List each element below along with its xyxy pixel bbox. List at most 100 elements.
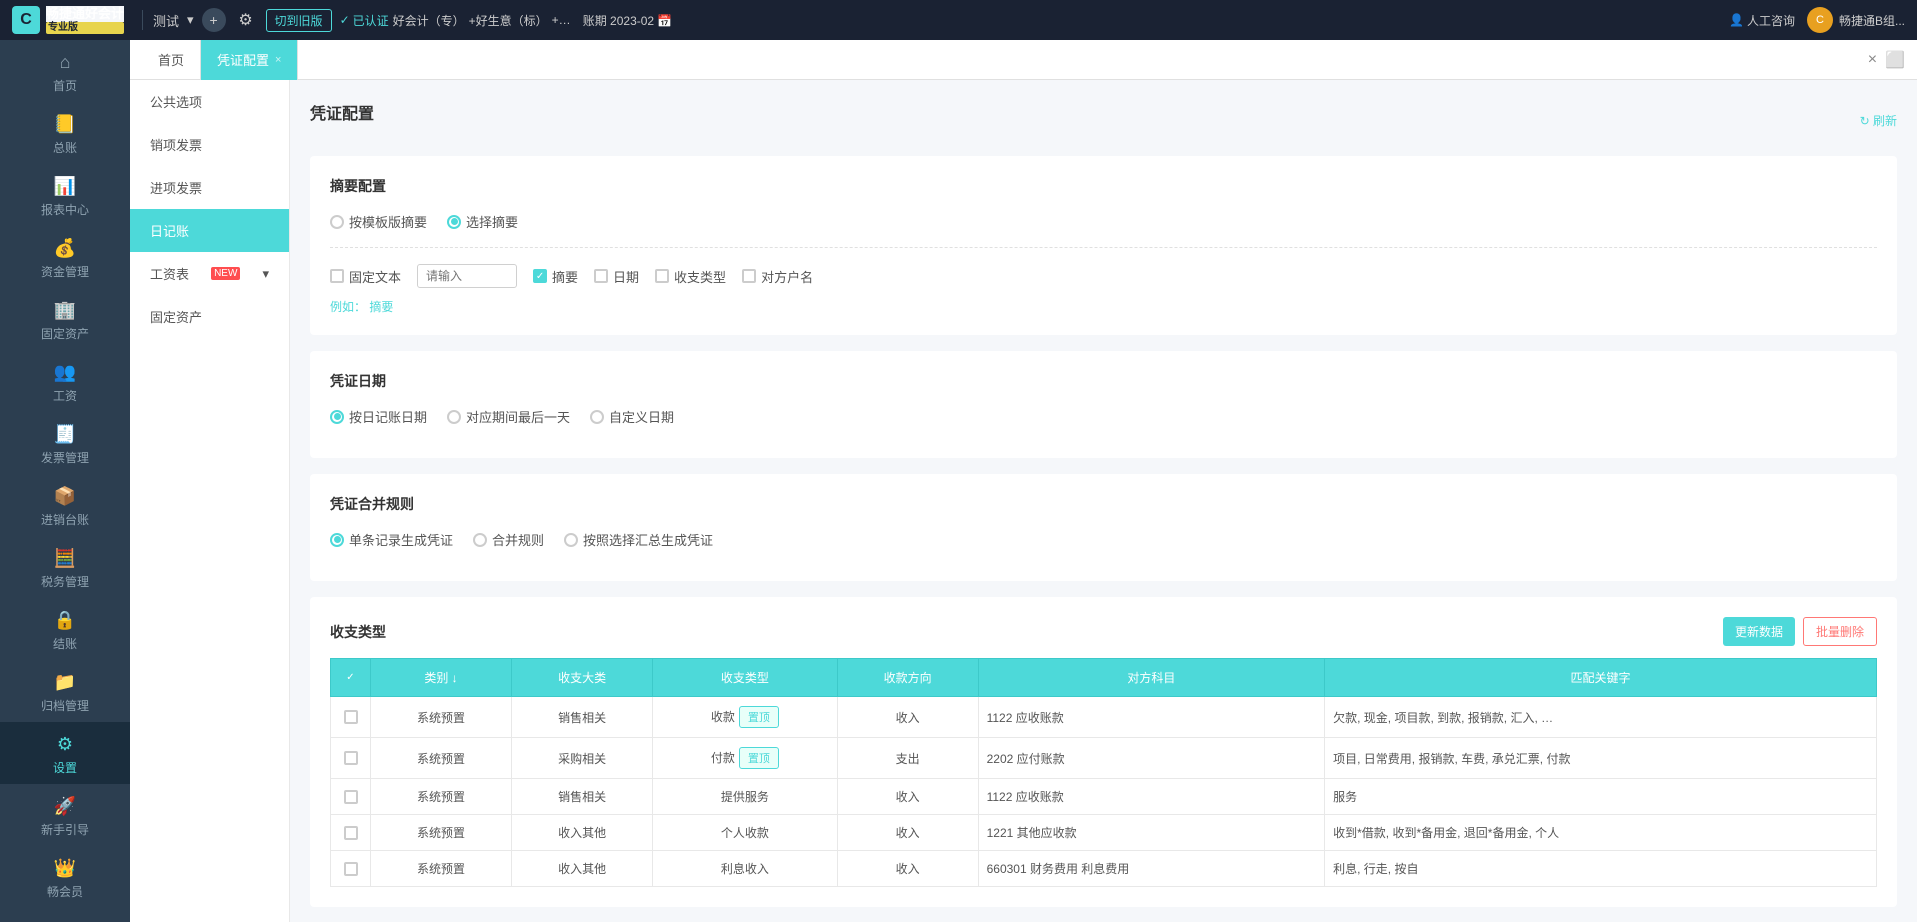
refresh-button[interactable]: ↻ 刷新 bbox=[1860, 112, 1897, 129]
topbar-center: 测试 ▾ + ⚙ 切到旧版 ✓ 已认证 好会计（专） +好生意（标） +… 账期… bbox=[153, 8, 1719, 32]
guide-icon: 🚀 bbox=[54, 796, 76, 817]
pin-tag[interactable]: 置顶 bbox=[739, 706, 779, 728]
topbar-add-button[interactable]: + bbox=[202, 8, 226, 32]
radio-custom-date-label: 自定义日期 bbox=[609, 407, 674, 426]
row-category: 系统预置 bbox=[371, 738, 512, 779]
batch-delete-button[interactable]: 批量删除 bbox=[1803, 617, 1877, 646]
table-row: 系统预置 收入其他 利息收入 收入 660301 财务费用 利息费用 利息, 行… bbox=[331, 851, 1877, 887]
sidebar-item-label-salary: 工资 bbox=[53, 387, 77, 404]
left-panel-item-public[interactable]: 公共选项 bbox=[130, 80, 289, 123]
tab-voucher-config-label: 凭证配置 bbox=[217, 50, 269, 69]
sidebar-item-label-ledger: 总账 bbox=[53, 139, 77, 156]
sidebar-item-assets[interactable]: 🏢 固定资产 bbox=[0, 288, 130, 350]
left-panel-item-salary-table[interactable]: 工资表 NEW ▾ bbox=[130, 252, 289, 295]
row-keywords: 收到*借款, 收到*备用金, 退回*备用金, 个人 bbox=[1325, 815, 1877, 851]
sidebar-item-settings[interactable]: ⚙ 设置 bbox=[0, 722, 130, 784]
select-all-checkbox[interactable]: ✓ bbox=[344, 671, 358, 685]
close-window-button[interactable]: × bbox=[1868, 51, 1877, 69]
row-checkbox[interactable] bbox=[344, 751, 358, 765]
member-icon: 👑 bbox=[54, 858, 76, 879]
left-panel-label-salary-table: 工资表 bbox=[150, 264, 189, 283]
left-panel-label-purchase-invoice: 进项发票 bbox=[150, 181, 202, 196]
radio-single[interactable]: 单条记录生成凭证 bbox=[330, 530, 453, 549]
left-panel-item-fixed-assets[interactable]: 固定资产 bbox=[130, 295, 289, 338]
radio-custom-date[interactable]: 自定义日期 bbox=[590, 407, 674, 426]
row-checkbox[interactable] bbox=[344, 710, 358, 724]
sidebar-item-tax[interactable]: 🧮 税务管理 bbox=[0, 536, 130, 598]
topbar-settings-button[interactable]: ⚙ bbox=[234, 8, 258, 32]
tabbar-right: × ⬜ bbox=[1868, 50, 1905, 70]
table-row: 系统预置 收入其他 个人收款 收入 1221 其他应收款 收到*借款, 收到*备… bbox=[331, 815, 1877, 851]
left-panel-item-purchase-invoice[interactable]: 进项发票 bbox=[130, 166, 289, 209]
sidebar-item-ledger[interactable]: 📒 总账 bbox=[0, 102, 130, 164]
sidebar-item-guide[interactable]: 🚀 新手引导 bbox=[0, 784, 130, 846]
certified-tag: ✓ 已认证 bbox=[340, 12, 389, 29]
pin-tag[interactable]: 置顶 bbox=[739, 747, 779, 769]
row-checkbox[interactable] bbox=[344, 826, 358, 840]
row-checkbox-cell bbox=[331, 815, 371, 851]
radio-template[interactable]: 按模板版摘要 bbox=[330, 212, 427, 231]
checkbox-fixed-text-box bbox=[330, 269, 344, 283]
row-category: 系统预置 bbox=[371, 697, 512, 738]
row-checkbox[interactable] bbox=[344, 862, 358, 876]
row-direction: 收入 bbox=[837, 851, 978, 887]
settings-icon: ⚙ bbox=[57, 734, 73, 755]
sidebar-item-salary[interactable]: 👥 工资 bbox=[0, 350, 130, 412]
radio-custom-date-circle bbox=[590, 410, 604, 424]
sidebar-item-member[interactable]: 👑 畅会员 bbox=[0, 846, 130, 908]
update-data-button[interactable]: 更新数据 bbox=[1723, 617, 1795, 646]
sidebar-item-invoice-mgr[interactable]: 🧾 发票管理 bbox=[0, 412, 130, 474]
sidebar-item-label-settings: 设置 bbox=[53, 759, 77, 776]
service-button[interactable]: 👤 人工咨询 bbox=[1729, 12, 1795, 29]
radio-journal-date[interactable]: 按日记账日期 bbox=[330, 407, 427, 426]
summary-section-title: 摘要配置 bbox=[330, 176, 1877, 196]
sidebar-item-fund[interactable]: 💰 资金管理 bbox=[0, 226, 130, 288]
left-panel-item-journal[interactable]: 日记账 bbox=[130, 209, 289, 252]
row-category: 系统预置 bbox=[371, 851, 512, 887]
left-panel-item-sales-invoice[interactable]: 销项发票 bbox=[130, 123, 289, 166]
table-header-row: ✓ 类别 ↓ 收支大类 收支类型 收款方向 对方科目 匹配关键字 bbox=[331, 659, 1877, 697]
sidebar-item-close[interactable]: 🔒 结账 bbox=[0, 598, 130, 660]
fixed-text-input[interactable] bbox=[417, 264, 517, 288]
ledger-icon: 📒 bbox=[54, 114, 76, 135]
radio-period-last-label: 对应期间最后一天 bbox=[466, 407, 570, 426]
logo-text: 畅捷通好会计 专业版 bbox=[46, 6, 124, 34]
radio-select[interactable]: 选择摘要 bbox=[447, 212, 518, 231]
row-checkbox-cell bbox=[331, 779, 371, 815]
username: 畅捷通B组... bbox=[1839, 12, 1905, 29]
tab-close-icon[interactable]: × bbox=[275, 54, 281, 66]
user-menu[interactable]: C 畅捷通B组... bbox=[1807, 7, 1905, 33]
radio-single-circle bbox=[330, 533, 344, 547]
topbar-dropdown-arrow[interactable]: ▾ bbox=[187, 12, 194, 28]
radio-select-circle bbox=[447, 215, 461, 229]
checkbox-summary[interactable]: ✓ 摘要 bbox=[533, 267, 578, 286]
new-badge: NEW bbox=[211, 267, 240, 280]
restore-window-button[interactable]: ⬜ bbox=[1885, 50, 1905, 70]
checkbox-income-type[interactable]: 收支类型 bbox=[655, 267, 726, 286]
checkbox-fixed-text[interactable]: 固定文本 bbox=[330, 267, 401, 286]
switch-old-button[interactable]: 切到旧版 bbox=[266, 9, 332, 32]
radio-period-last[interactable]: 对应期间最后一天 bbox=[447, 407, 570, 426]
tab-home[interactable]: 首页 bbox=[142, 40, 201, 80]
sidebar-item-home[interactable]: ⌂ 首页 bbox=[0, 40, 130, 102]
sidebar-item-purchase[interactable]: 📦 进销台账 bbox=[0, 474, 130, 536]
tab-voucher-config[interactable]: 凭证配置 × bbox=[201, 40, 298, 80]
income-type-header: 收支类型 更新数据 批量删除 bbox=[330, 617, 1877, 646]
tag3: +… bbox=[552, 13, 571, 27]
summary-checkbox-row: 固定文本 ✓ 摘要 日期 收支类型 bbox=[330, 264, 1877, 288]
radio-summary-gen-label: 按照选择汇总生成凭证 bbox=[583, 530, 713, 549]
radio-template-label: 按模板版摘要 bbox=[349, 212, 427, 231]
table-row: 系统预置 采购相关 付款置顶 支出 2202 应付账款 项目, 日常费用, 报销… bbox=[331, 738, 1877, 779]
voucher-date-radio-group: 按日记账日期 对应期间最后一天 自定义日期 bbox=[330, 407, 1877, 426]
table-row: 系统预置 销售相关 提供服务 收入 1122 应收账款 服务 bbox=[331, 779, 1877, 815]
row-direction: 收入 bbox=[837, 815, 978, 851]
radio-period-last-circle bbox=[447, 410, 461, 424]
radio-merge[interactable]: 合并规则 bbox=[473, 530, 544, 549]
sidebar-item-archive[interactable]: 📁 归档管理 bbox=[0, 660, 130, 722]
sidebar-item-report[interactable]: 📊 报表中心 bbox=[0, 164, 130, 226]
checkbox-fixed-text-label: 固定文本 bbox=[349, 267, 401, 286]
row-checkbox[interactable] bbox=[344, 790, 358, 804]
radio-summary-gen[interactable]: 按照选择汇总生成凭证 bbox=[564, 530, 713, 549]
checkbox-counterparty[interactable]: 对方户名 bbox=[742, 267, 813, 286]
checkbox-date[interactable]: 日期 bbox=[594, 267, 639, 286]
